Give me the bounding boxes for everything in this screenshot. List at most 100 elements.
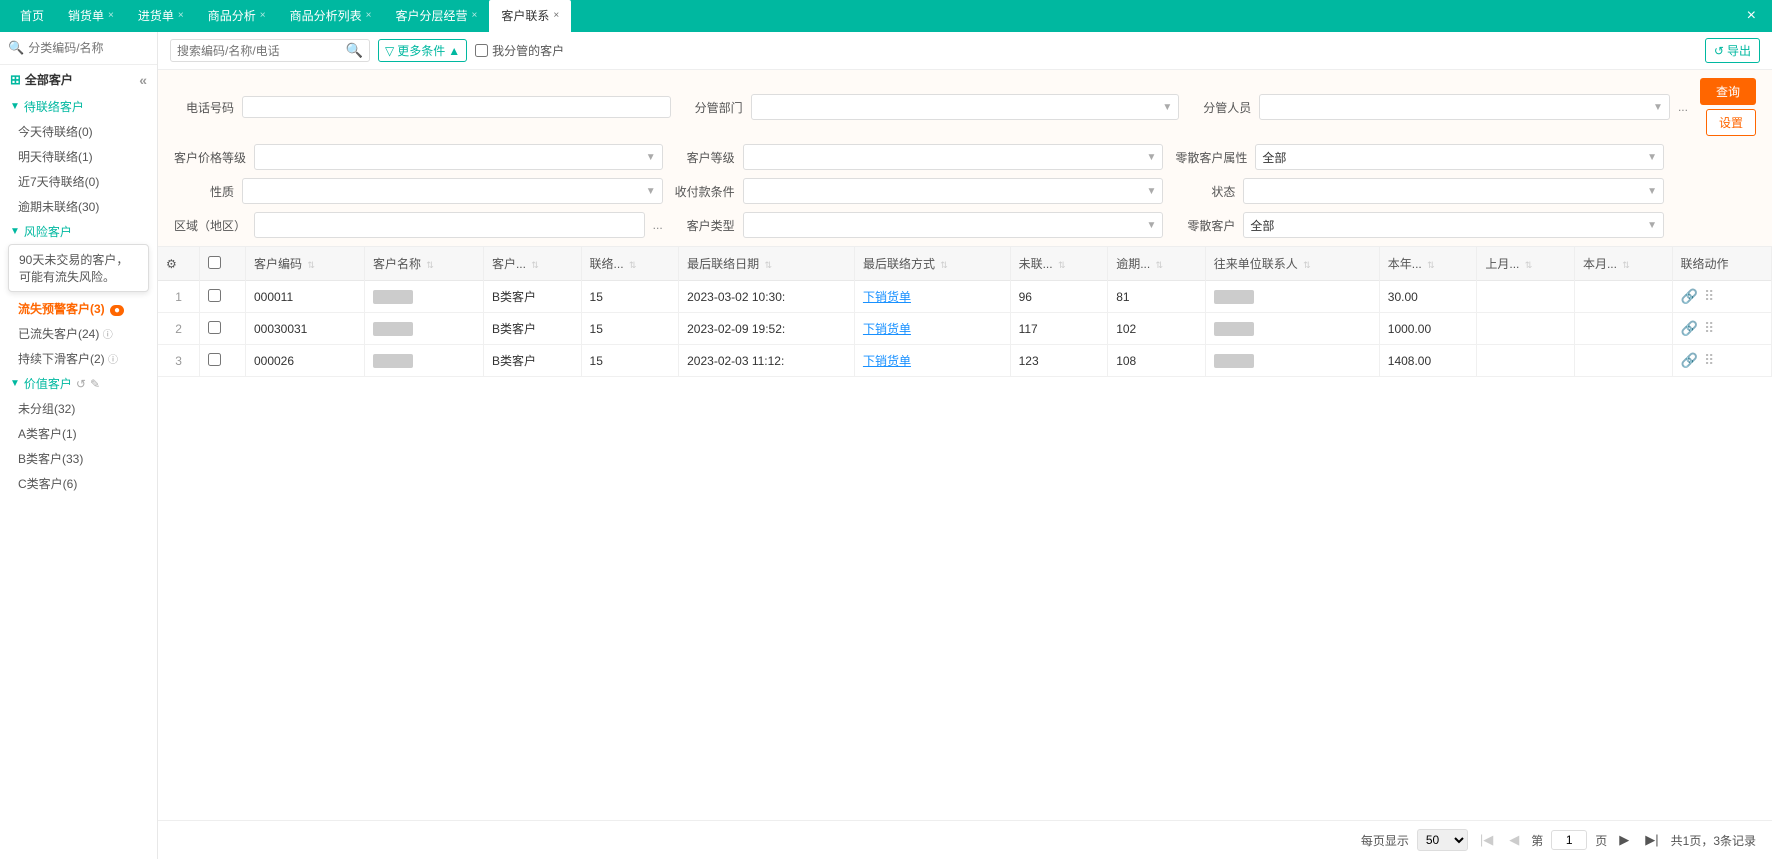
nav-item-home[interactable]: 首页 bbox=[8, 0, 56, 32]
action-link-icon[interactable]: 🔗 bbox=[1681, 320, 1698, 337]
row-checkbox[interactable] bbox=[208, 321, 221, 334]
last-method-link[interactable]: 下销货单 bbox=[863, 354, 911, 368]
sidebar-item-ungrouped[interactable]: 未分组(32) bbox=[0, 396, 157, 421]
sidebar-item-today[interactable]: 今天待联络(0) bbox=[0, 119, 157, 144]
page-input[interactable] bbox=[1551, 830, 1587, 850]
sidebar-group-pending[interactable]: ▼ 待联络客户 bbox=[0, 94, 157, 119]
next-page-button[interactable]: ▶ bbox=[1615, 830, 1633, 850]
nav-item-sales[interactable]: 销货单 × bbox=[56, 0, 126, 32]
th-unlink[interactable]: 未联... ⇅ bbox=[1010, 247, 1108, 281]
last-method-link[interactable]: 下销货单 bbox=[863, 322, 911, 336]
table-row: 1 000011 B类客户 15 2023-03-02 10:30: 下销货单 … bbox=[158, 281, 1772, 313]
close-icon-customer-tier[interactable]: × bbox=[471, 0, 477, 32]
nav-item-analysis[interactable]: 商品分析 × bbox=[196, 0, 278, 32]
nav-item-customer-contact[interactable]: 客户联系 × bbox=[489, 0, 571, 32]
last-method-link[interactable]: 下销货单 bbox=[863, 290, 911, 304]
sidebar-item-declining[interactable]: 持续下滑客户(2) ⓘ bbox=[0, 346, 157, 371]
action-menu-icon[interactable]: ⠿ bbox=[1704, 288, 1714, 305]
close-icon-purchase[interactable]: × bbox=[178, 0, 184, 32]
status-select[interactable]: ▼ bbox=[1243, 178, 1664, 204]
sidebar-item-churned[interactable]: 已流失客户(24) ⓘ bbox=[0, 321, 157, 346]
sidebar-group-pending-label: 待联络客户 bbox=[24, 98, 84, 115]
nav-item-analysis-list[interactable]: 商品分析列表 × bbox=[278, 0, 384, 32]
last-page-button[interactable]: ▶| bbox=[1641, 830, 1662, 850]
sidebar-item-class-a[interactable]: A类客户(1) bbox=[0, 421, 157, 446]
nature-select[interactable]: ▼ bbox=[242, 178, 663, 204]
close-icon-analysis-list[interactable]: × bbox=[366, 0, 372, 32]
sidebar-item-class-c[interactable]: C类客户(6) bbox=[0, 471, 157, 496]
filter-more-button[interactable]: ▽ 更多条件 ▲ bbox=[378, 39, 467, 62]
th-lastmonth[interactable]: 上月... ⇅ bbox=[1477, 247, 1575, 281]
dept-select[interactable]: ▼ bbox=[751, 94, 1180, 120]
retail-attr-label: 零散客户属性 bbox=[1175, 149, 1247, 166]
sidebar-item-churn-warning[interactable]: 流失预警客户(3) ● bbox=[0, 296, 157, 321]
th-checkbox bbox=[200, 247, 246, 281]
search-input[interactable] bbox=[177, 44, 346, 58]
search-button[interactable]: 🔍 bbox=[346, 42, 363, 59]
action-link-icon[interactable]: 🔗 bbox=[1681, 352, 1698, 369]
prev-page-button[interactable]: ◀ bbox=[1505, 830, 1523, 850]
app-close-button[interactable]: × bbox=[1739, 7, 1764, 25]
th-thisyear[interactable]: 本年... ⇅ bbox=[1379, 247, 1477, 281]
sidebar-item-class-b[interactable]: B类客户(33) bbox=[0, 446, 157, 471]
my-customers-checkbox-label[interactable]: 我分管的客户 bbox=[475, 42, 564, 59]
sidebar-item-tomorrow[interactable]: 明天待联络(1) bbox=[0, 144, 157, 169]
action-menu-icon[interactable]: ⠿ bbox=[1704, 352, 1714, 369]
refresh-icon-value[interactable]: ↺ bbox=[76, 377, 86, 391]
sidebar-group-risk[interactable]: ▼ 风险客户 bbox=[0, 219, 157, 244]
level-select[interactable]: ▼ bbox=[743, 144, 1164, 170]
phone-input[interactable] bbox=[242, 96, 671, 118]
th-code[interactable]: 客户编码 ⇅ bbox=[245, 247, 364, 281]
row-checkbox[interactable] bbox=[208, 289, 221, 302]
close-icon-sales[interactable]: × bbox=[108, 0, 114, 32]
arrow-down-icon: ▼ bbox=[10, 101, 20, 112]
nav-item-customer-tier[interactable]: 客户分层经营 × bbox=[383, 0, 489, 32]
row-checkbox[interactable] bbox=[208, 353, 221, 366]
region-select[interactable] bbox=[254, 212, 645, 238]
row-action: 🔗 ⠿ bbox=[1672, 313, 1771, 345]
export-button[interactable]: ↺ 导出 bbox=[1705, 38, 1760, 63]
close-icon-customer-contact[interactable]: × bbox=[553, 0, 559, 32]
retail-select[interactable]: 全部 ▼ bbox=[1243, 212, 1664, 238]
sidebar-item-7days[interactable]: 近7天待联络(0) bbox=[0, 169, 157, 194]
th-thismonth[interactable]: 本月... ⇅ bbox=[1574, 247, 1672, 281]
th-last-method[interactable]: 最后联络方式 ⇅ bbox=[854, 247, 1010, 281]
query-button[interactable]: 查询 bbox=[1700, 78, 1756, 105]
sidebar-search-input[interactable] bbox=[28, 41, 158, 55]
sidebar-collapse-button[interactable]: « bbox=[139, 72, 147, 88]
th-settings[interactable]: ⚙ bbox=[158, 247, 200, 281]
th-last-date[interactable]: 最后联络日期 ⇅ bbox=[679, 247, 855, 281]
price-level-select[interactable]: ▼ bbox=[254, 144, 663, 170]
action-link-icon[interactable]: 🔗 bbox=[1681, 288, 1698, 305]
close-icon-analysis[interactable]: × bbox=[260, 0, 266, 32]
customer-type-select[interactable]: ▼ bbox=[743, 212, 1164, 238]
retail-attr-select[interactable]: 全部 ▼ bbox=[1255, 144, 1664, 170]
first-page-button[interactable]: |◀ bbox=[1476, 830, 1497, 850]
region-more[interactable]: ... bbox=[653, 218, 663, 232]
settings-button[interactable]: 设置 bbox=[1706, 109, 1756, 136]
per-page-select[interactable]: 50 100 200 bbox=[1417, 829, 1468, 851]
row-type: B类客户 bbox=[483, 281, 581, 313]
row-num: 1 bbox=[158, 281, 200, 313]
th-name[interactable]: 客户名称 ⇅ bbox=[364, 247, 483, 281]
action-menu-icon[interactable]: ⠿ bbox=[1704, 320, 1714, 337]
th-contacts-name[interactable]: 往来单位联系人 ⇅ bbox=[1205, 247, 1379, 281]
row-name bbox=[364, 313, 483, 345]
sidebar-item-overdue[interactable]: 逾期未联络(30) bbox=[0, 194, 157, 219]
nav-item-purchase[interactable]: 进货单 × bbox=[126, 0, 196, 32]
sidebar-root-label[interactable]: 全部客户 bbox=[25, 71, 73, 88]
dept-arrow-icon: ▼ bbox=[1162, 102, 1172, 113]
payment-select[interactable]: ▼ bbox=[743, 178, 1164, 204]
edit-icon-value[interactable]: ✎ bbox=[90, 377, 100, 391]
sidebar-group-value[interactable]: ▼ 价值客户 ↺ ✎ bbox=[0, 371, 157, 396]
manager-select[interactable]: ▼ bbox=[1259, 94, 1670, 120]
th-overdue[interactable]: 逾期... ⇅ bbox=[1108, 247, 1206, 281]
table-footer: 每页显示 50 100 200 |◀ ◀ 第 页 ▶ ▶| 共1页，3条记录 bbox=[158, 820, 1772, 859]
th-type[interactable]: 客户... ⇅ bbox=[483, 247, 581, 281]
page-label: 第 bbox=[1531, 832, 1543, 849]
manager-more[interactable]: ... bbox=[1678, 100, 1688, 114]
sidebar-item-today-label: 今天待联络(0) bbox=[18, 125, 93, 139]
select-all-checkbox[interactable] bbox=[208, 256, 221, 269]
th-contacts[interactable]: 联络... ⇅ bbox=[581, 247, 679, 281]
my-customers-checkbox[interactable] bbox=[475, 44, 488, 57]
